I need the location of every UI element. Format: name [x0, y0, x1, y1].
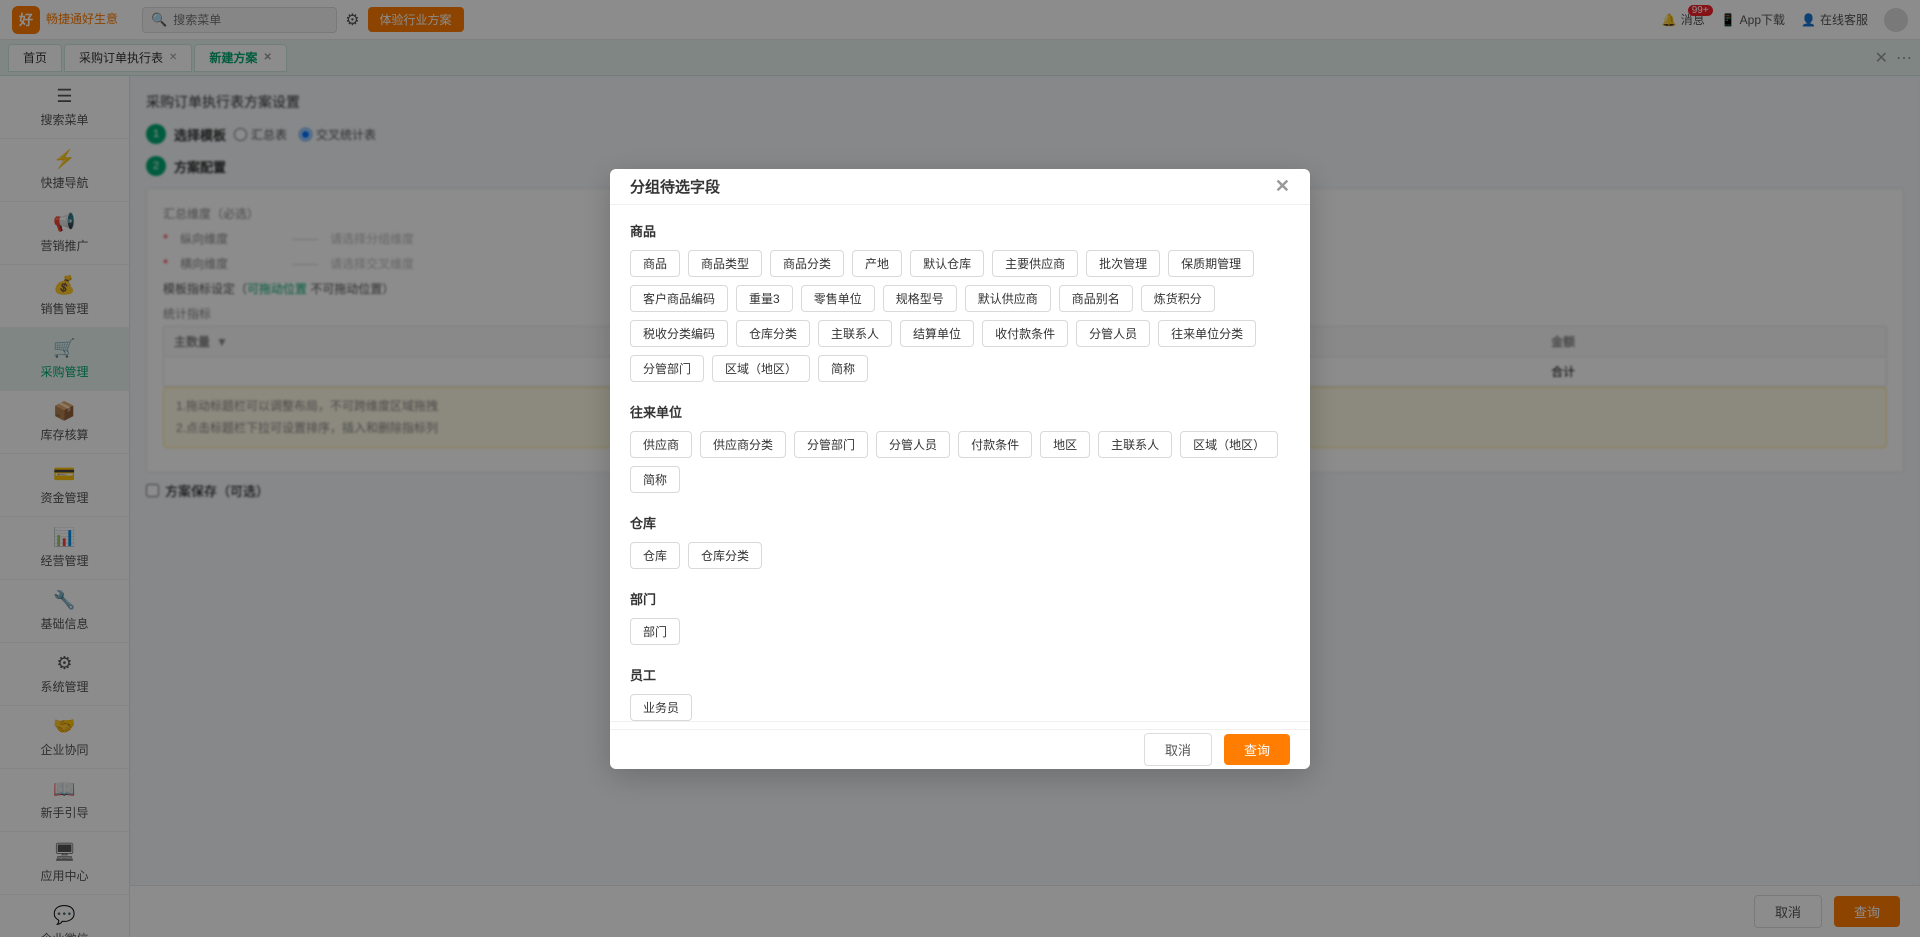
field-spec-model[interactable]: 规格型号	[883, 285, 957, 312]
field-dept[interactable]: 分管部门	[630, 355, 704, 382]
field-tax-code[interactable]: 税收分类编码	[630, 320, 728, 347]
section-dept-title: 部门	[630, 589, 1290, 608]
field-pay-condition[interactable]: 付款条件	[958, 431, 1032, 458]
field-warehouse[interactable]: 仓库	[630, 542, 680, 569]
field-region2[interactable]: 区域（地区）	[1180, 431, 1278, 458]
field-default-supplier[interactable]: 默认供应商	[965, 285, 1051, 312]
field-short-name2[interactable]: 简称	[630, 466, 680, 493]
section-partner: 往来单位 供应商 供应商分类 分管部门 分管人员 付款条件 地区 主联系人 区域…	[630, 402, 1290, 493]
field-supplier[interactable]: 供应商	[630, 431, 692, 458]
field-origin[interactable]: 产地	[852, 250, 902, 277]
modal-footer: 取消 查询	[610, 729, 1310, 768]
modal: 分组待选字段 ✕ 商品 商品 商品类型 商品分类 产地 默认仓库 主要供应商 批…	[610, 169, 1310, 769]
field-short-name1[interactable]: 简称	[818, 355, 868, 382]
field-main-supplier[interactable]: 主要供应商	[992, 250, 1078, 277]
field-default-warehouse[interactable]: 默认仓库	[910, 250, 984, 277]
field-warehouse-cat[interactable]: 仓库分类	[688, 542, 762, 569]
field-area[interactable]: 地区	[1040, 431, 1090, 458]
field-batch-mgmt[interactable]: 批次管理	[1086, 250, 1160, 277]
modal-body: 商品 商品 商品类型 商品分类 产地 默认仓库 主要供应商 批次管理 保质期管理…	[610, 205, 1310, 722]
field-customer-code[interactable]: 客户商品编码	[630, 285, 728, 312]
field-main-contact2[interactable]: 主联系人	[1098, 431, 1172, 458]
section-product: 商品 商品 商品类型 商品分类 产地 默认仓库 主要供应商 批次管理 保质期管理…	[630, 221, 1290, 382]
employee-fields: 业务员	[630, 694, 1290, 721]
section-partner-title: 往来单位	[630, 402, 1290, 421]
field-product[interactable]: 商品	[630, 250, 680, 277]
field-partner-category[interactable]: 往来单位分类	[1158, 320, 1256, 347]
modal-overlay: 分组待选字段 ✕ 商品 商品 商品类型 商品分类 产地 默认仓库 主要供应商 批…	[0, 0, 1920, 937]
section-product-title: 商品	[630, 221, 1290, 240]
section-employee: 员工 业务员	[630, 665, 1290, 721]
modal-cancel-button[interactable]: 取消	[1144, 733, 1212, 766]
section-warehouse: 仓库 仓库 仓库分类	[630, 513, 1290, 569]
field-settlement-unit[interactable]: 结算单位	[900, 320, 974, 347]
field-product-category[interactable]: 商品分类	[770, 250, 844, 277]
modal-title: 分组待选字段	[630, 176, 720, 197]
section-warehouse-title: 仓库	[630, 513, 1290, 532]
field-salesperson[interactable]: 业务员	[630, 694, 692, 721]
modal-confirm-button[interactable]: 查询	[1224, 734, 1290, 765]
warehouse-fields: 仓库 仓库分类	[630, 542, 1290, 569]
modal-hscroll[interactable]	[610, 721, 1310, 729]
field-weight[interactable]: 重量3	[736, 285, 793, 312]
field-main-contact[interactable]: 主联系人	[818, 320, 892, 347]
field-product-alias[interactable]: 商品别名	[1059, 285, 1133, 312]
modal-header: 分组待选字段 ✕	[610, 169, 1310, 205]
product-fields: 商品 商品类型 商品分类 产地 默认仓库 主要供应商 批次管理 保质期管理 客户…	[630, 250, 1290, 382]
field-department[interactable]: 部门	[630, 618, 680, 645]
partner-fields: 供应商 供应商分类 分管部门 分管人员 付款条件 地区 主联系人 区域（地区） …	[630, 431, 1290, 493]
field-payment-terms[interactable]: 收付款条件	[982, 320, 1068, 347]
field-manage-dept[interactable]: 分管部门	[794, 431, 868, 458]
dept-fields: 部门	[630, 618, 1290, 645]
section-employee-title: 员工	[630, 665, 1290, 684]
field-manage-person[interactable]: 分管人员	[876, 431, 950, 458]
field-supervisor[interactable]: 分管人员	[1076, 320, 1150, 347]
section-department: 部门 部门	[630, 589, 1290, 645]
field-region1[interactable]: 区域（地区）	[712, 355, 810, 382]
field-product-type[interactable]: 商品类型	[688, 250, 762, 277]
field-quality-mgmt[interactable]: 保质期管理	[1168, 250, 1254, 277]
field-retail-unit[interactable]: 零售单位	[801, 285, 875, 312]
field-warehouse-category[interactable]: 仓库分类	[736, 320, 810, 347]
field-refine-points[interactable]: 炼货积分	[1141, 285, 1215, 312]
field-supplier-category[interactable]: 供应商分类	[700, 431, 786, 458]
modal-close-button[interactable]: ✕	[1275, 176, 1290, 197]
